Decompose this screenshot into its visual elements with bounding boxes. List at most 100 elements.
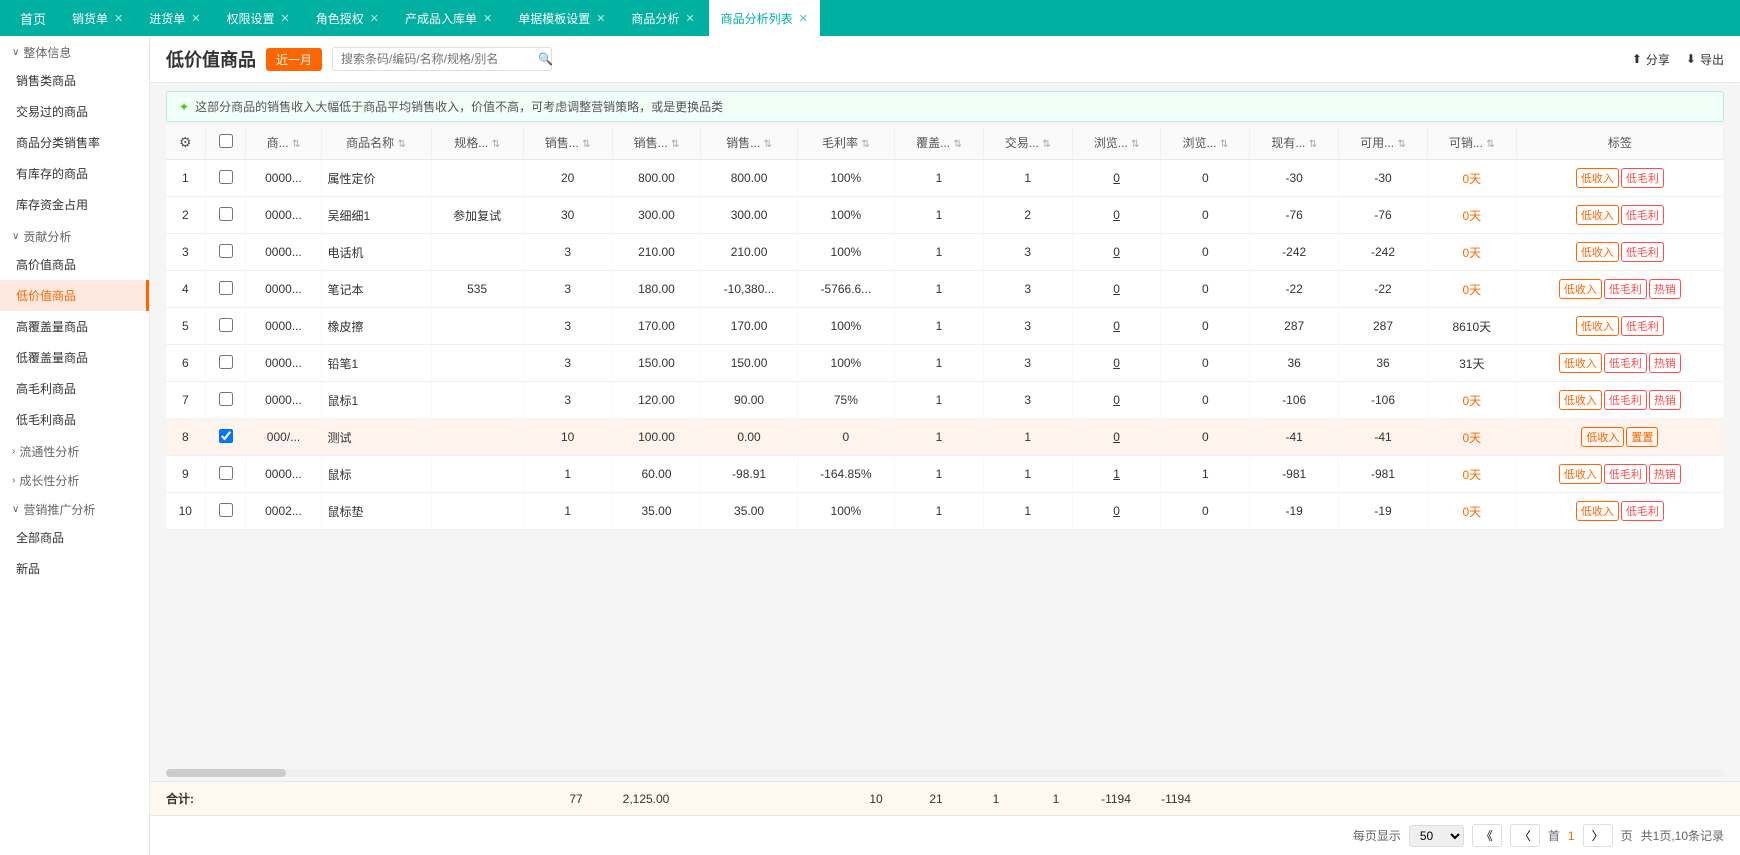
- sidebar-item-all-products[interactable]: 全部商品: [0, 522, 149, 553]
- row-select-checkbox[interactable]: [219, 466, 233, 480]
- view1-link[interactable]: 0: [1113, 393, 1120, 407]
- table-row: 2 0000... 吴细细1 参加复试 30 300.00 300.00 100…: [166, 197, 1724, 234]
- sidebar-group-overall[interactable]: ∨ 整体信息: [0, 36, 149, 65]
- col-sellable-header[interactable]: 可销... ⇅: [1427, 126, 1516, 160]
- row-col1: 1: [523, 456, 612, 493]
- sidebar-group-contribution[interactable]: ∨ 贡献分析: [0, 220, 149, 249]
- row-select-checkbox[interactable]: [219, 244, 233, 258]
- row-select-checkbox[interactable]: [219, 207, 233, 221]
- nav-roles[interactable]: 角色授权 ✕: [304, 0, 391, 36]
- sidebar-group-marketing[interactable]: ∨ 营销推广分析: [0, 493, 149, 522]
- row-checkbox[interactable]: [205, 271, 246, 308]
- nav-permissions[interactable]: 权限设置 ✕: [214, 0, 301, 36]
- settings-icon[interactable]: ⚙: [179, 134, 192, 150]
- sidebar-item-stocked-products[interactable]: 有库存的商品: [0, 158, 149, 189]
- col-view2-header[interactable]: 浏览... ⇅: [1161, 126, 1250, 160]
- row-spec: 535: [431, 271, 523, 308]
- sidebar-item-high-value[interactable]: 高价值商品: [0, 249, 149, 280]
- view1-link[interactable]: 0: [1113, 208, 1120, 222]
- col-spec-header[interactable]: 规格... ⇅: [431, 126, 523, 160]
- nav-template[interactable]: 单据模板设置 ✕: [506, 0, 617, 36]
- col-name-header[interactable]: 商品名称 ⇅: [321, 126, 431, 160]
- nav-product-analysis[interactable]: 商品分析 ✕: [619, 0, 706, 36]
- col-current-header[interactable]: 现有... ⇅: [1250, 126, 1339, 160]
- nav-purchase[interactable]: 进货单 ✕: [137, 0, 212, 36]
- nav-sales-close[interactable]: ✕: [114, 12, 123, 25]
- sidebar-item-sales-products[interactable]: 销售类商品: [0, 65, 149, 96]
- view1-link[interactable]: 0: [1113, 504, 1120, 518]
- nav-permissions-close[interactable]: ✕: [281, 12, 290, 25]
- col-checkbox[interactable]: [205, 126, 246, 160]
- nav-product-analysis-list[interactable]: 商品分析列表 ✕: [709, 0, 820, 36]
- select-all-checkbox[interactable]: [219, 134, 233, 148]
- row-available: 36: [1339, 345, 1428, 382]
- nav-product-analysis-list-close[interactable]: ✕: [799, 12, 808, 25]
- prev-page-button[interactable]: 〈: [1510, 824, 1540, 847]
- page-size-select[interactable]: 50 100: [1409, 825, 1464, 847]
- nav-roles-close[interactable]: ✕: [370, 12, 379, 25]
- sidebar-item-inventory-capital[interactable]: 库存资金占用: [0, 189, 149, 220]
- row-checkbox[interactable]: [205, 345, 246, 382]
- col-code-header[interactable]: 商... ⇅: [246, 126, 321, 160]
- col-settings[interactable]: ⚙: [166, 126, 205, 160]
- row-select-checkbox[interactable]: [219, 429, 233, 443]
- first-page-button[interactable]: 《: [1472, 824, 1502, 847]
- row-select-checkbox[interactable]: [219, 318, 233, 332]
- row-select-checkbox[interactable]: [219, 503, 233, 517]
- row-select-checkbox[interactable]: [219, 355, 233, 369]
- row-checkbox[interactable]: [205, 197, 246, 234]
- sidebar-item-high-margin[interactable]: 高毛利商品: [0, 373, 149, 404]
- sidebar-item-new-products[interactable]: 新品: [0, 553, 149, 584]
- view1-link[interactable]: 0: [1113, 171, 1120, 185]
- filter-button[interactable]: 近一月: [266, 48, 322, 71]
- nav-product-analysis-close[interactable]: ✕: [685, 12, 694, 25]
- view1-link[interactable]: 0: [1113, 245, 1120, 259]
- row-checkbox[interactable]: [205, 382, 246, 419]
- view1-link[interactable]: 0: [1113, 356, 1120, 370]
- col-trade-header[interactable]: 交易... ⇅: [983, 126, 1072, 160]
- row-select-checkbox[interactable]: [219, 281, 233, 295]
- nav-product-warehouse-close[interactable]: ✕: [483, 12, 492, 25]
- sidebar-item-low-coverage[interactable]: 低覆盖量商品: [0, 342, 149, 373]
- sidebar-group-circulation[interactable]: › 流通性分析: [0, 435, 149, 464]
- row-checkbox[interactable]: [205, 419, 246, 456]
- col-sales3-header[interactable]: 销售... ⇅: [701, 126, 797, 160]
- col-coverage-header[interactable]: 覆盖... ⇅: [895, 126, 984, 160]
- col-available-header[interactable]: 可用... ⇅: [1339, 126, 1428, 160]
- nav-product-warehouse[interactable]: 产成品入库单 ✕: [393, 0, 504, 36]
- export-button[interactable]: ⬇ 导出: [1686, 51, 1724, 68]
- col-sales2-header[interactable]: 销售... ⇅: [612, 126, 701, 160]
- view1-link[interactable]: 1: [1113, 467, 1120, 481]
- view1-link[interactable]: 0: [1113, 319, 1120, 333]
- sidebar-item-low-value[interactable]: 低价值商品: [0, 280, 149, 311]
- nav-home[interactable]: 首页: [8, 0, 58, 36]
- search-input[interactable]: [332, 47, 552, 71]
- next-page-button[interactable]: 〉: [1583, 824, 1613, 847]
- row-checkbox[interactable]: [205, 234, 246, 271]
- nav-template-close[interactable]: ✕: [596, 12, 605, 25]
- search-icon[interactable]: 🔍: [538, 52, 553, 66]
- row-select-checkbox[interactable]: [219, 170, 233, 184]
- sidebar-item-low-margin[interactable]: 低毛利商品: [0, 404, 149, 435]
- sidebar-group-growth[interactable]: › 成长性分析: [0, 464, 149, 493]
- row-checkbox[interactable]: [205, 456, 246, 493]
- sidebar-item-traded-products[interactable]: 交易过的商品: [0, 96, 149, 127]
- col-tags-header[interactable]: 标签: [1516, 126, 1723, 160]
- row-checkbox[interactable]: [205, 308, 246, 345]
- view1-link[interactable]: 0: [1113, 430, 1120, 444]
- nav-purchase-close[interactable]: ✕: [191, 12, 200, 25]
- horizontal-scrollbar[interactable]: [166, 769, 1724, 777]
- row-checkbox[interactable]: [205, 493, 246, 530]
- col-view1-header[interactable]: 浏览... ⇅: [1072, 126, 1161, 160]
- sidebar-item-high-coverage[interactable]: 高覆盖量商品: [0, 311, 149, 342]
- view1-link[interactable]: 0: [1113, 282, 1120, 296]
- row-select-checkbox[interactable]: [219, 392, 233, 406]
- sidebar-item-category-sales-rate[interactable]: 商品分类销售率: [0, 127, 149, 158]
- sort-icon-6: ⇅: [764, 139, 772, 150]
- share-button[interactable]: ⬆ 分享: [1632, 51, 1670, 68]
- row-checkbox[interactable]: [205, 160, 246, 197]
- scroll-thumb[interactable]: [166, 769, 286, 777]
- col-sales1-header[interactable]: 销售... ⇅: [523, 126, 612, 160]
- col-margin-header[interactable]: 毛利率 ⇅: [797, 126, 894, 160]
- nav-sales[interactable]: 销货单 ✕: [60, 0, 135, 36]
